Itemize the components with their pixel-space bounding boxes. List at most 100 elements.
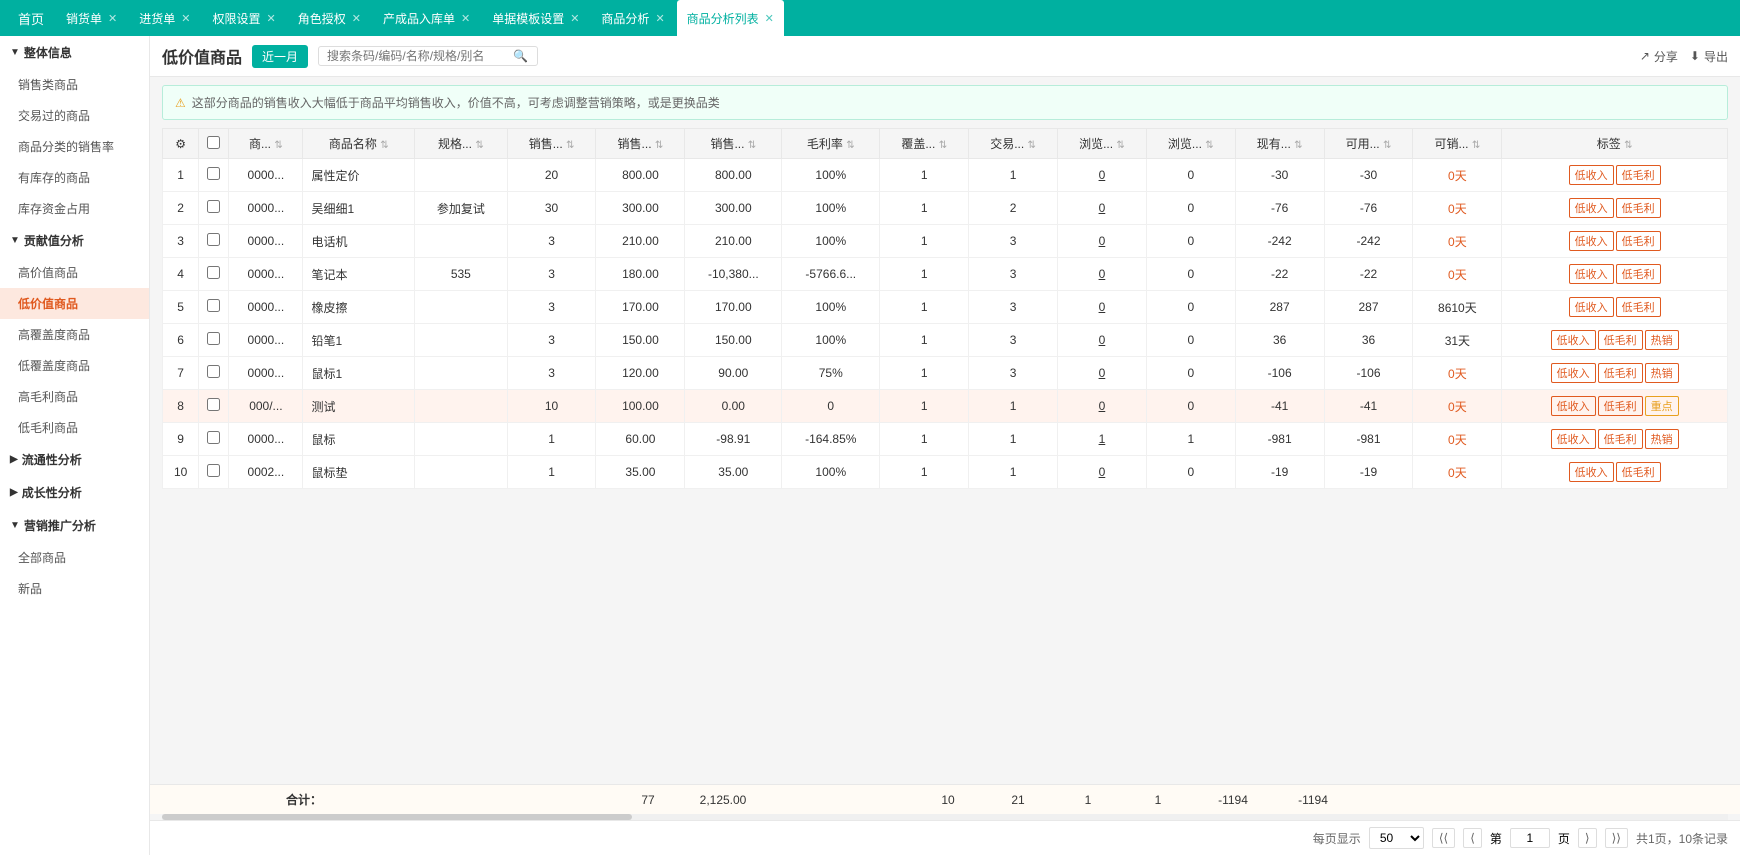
col-gross-margin[interactable]: 毛利率 ⇅ [782,129,880,159]
sidebar-item-new-products[interactable]: 新品 [0,573,149,604]
search-input[interactable] [327,49,507,63]
nav-sales-close[interactable]: ✕ [108,12,117,25]
row-view1[interactable]: 0 [1058,258,1147,291]
page-number-input[interactable] [1510,828,1550,848]
first-page-button[interactable]: ⟨⟨ [1432,828,1455,848]
sidebar-group-marketing[interactable]: ▼ 营销推广分析 [0,509,149,542]
col-view1[interactable]: 浏览... ⇅ [1058,129,1147,159]
col-name[interactable]: 商品名称 ⇅ [303,129,415,159]
view1-value[interactable]: 0 [1099,267,1106,281]
row-checkbox[interactable] [207,167,220,180]
row-sale-price: 180.00 [596,258,685,291]
nav-template-close[interactable]: ✕ [570,12,579,25]
nav-product-analysis-list-close[interactable]: ✕ [765,12,774,25]
footer-view1: 1 [1053,793,1123,807]
col-sale-amount[interactable]: 销售... ⇅ [685,129,782,159]
row-checkbox[interactable] [207,431,220,444]
row-view1[interactable]: 1 [1058,423,1147,456]
sidebar-item-stock-capital[interactable]: 库存资金占用 [0,193,149,224]
col-available[interactable]: 可用... ⇅ [1324,129,1413,159]
row-checkbox[interactable] [207,299,220,312]
row-checkbox[interactable] [207,233,220,246]
app-container: 首页 销货单 ✕ 进货单 ✕ 权限设置 ✕ 角色授权 ✕ 产成品入库单 ✕ 单据… [0,0,1740,855]
sidebar-item-low-gross[interactable]: 低毛利商品 [0,412,149,443]
nav-product-analysis[interactable]: 商品分析 ✕ [591,0,674,36]
nav-roles[interactable]: 角色授权 ✕ [288,0,371,36]
time-filter-button[interactable]: 近一月 [252,45,308,68]
col-transaction[interactable]: 交易... ⇅ [969,129,1058,159]
nav-template[interactable]: 单据模板设置 ✕ [482,0,589,36]
sidebar-item-sales-products[interactable]: 销售类商品 [0,69,149,100]
sidebar-item-traded-products[interactable]: 交易过的商品 [0,100,149,131]
nav-purchase[interactable]: 进货单 ✕ [129,0,200,36]
sidebar-item-low-coverage[interactable]: 低覆盖度商品 [0,350,149,381]
row-view1[interactable]: 0 [1058,192,1147,225]
sidebar-group-overall[interactable]: ▼ 整体信息 [0,36,149,69]
col-code[interactable]: 商... ⇅ [229,129,303,159]
row-checkbox[interactable] [207,266,220,279]
nav-warehouse[interactable]: 产成品入库单 ✕ [373,0,480,36]
row-view1[interactable]: 0 [1058,456,1147,489]
select-all-checkbox[interactable] [207,136,220,149]
sidebar-group-circulation[interactable]: ▶ 流通性分析 [0,443,149,476]
row-checkbox[interactable] [207,365,220,378]
share-button[interactable]: ↗ 分享 [1640,48,1678,65]
prev-page-button[interactable]: ⟨ [1463,828,1482,848]
nav-permissions-close[interactable]: ✕ [267,12,276,25]
last-page-button[interactable]: ⟩⟩ [1605,828,1628,848]
nav-product-analysis-close[interactable]: ✕ [655,12,664,25]
nav-warehouse-close[interactable]: ✕ [461,12,470,25]
view1-value[interactable]: 0 [1099,234,1106,248]
row-checkbox[interactable] [207,464,220,477]
sidebar-item-high-value[interactable]: 高价值商品 [0,257,149,288]
view1-value[interactable]: 0 [1099,168,1106,182]
sidebar-group-contribution[interactable]: ▼ 贡献值分析 [0,224,149,257]
nav-purchase-close[interactable]: ✕ [181,12,190,25]
col-sale-price[interactable]: 销售... ⇅ [596,129,685,159]
view1-value[interactable]: 0 [1099,399,1106,413]
col-tags[interactable]: 标签 ⇅ [1502,129,1728,159]
sidebar-group-growth[interactable]: ▶ 成长性分析 [0,476,149,509]
col-current-stock[interactable]: 现有... ⇅ [1235,129,1324,159]
row-checkbox[interactable] [207,398,220,411]
row-view1[interactable]: 0 [1058,324,1147,357]
row-checkbox-cell [199,456,229,489]
sidebar-item-all-products[interactable]: 全部商品 [0,542,149,573]
nav-home[interactable]: 首页 [8,0,54,36]
col-settings[interactable]: ⚙ [163,129,199,159]
export-button[interactable]: ⬇ 导出 [1690,48,1728,65]
col-view2[interactable]: 浏览... ⇅ [1146,129,1235,159]
next-page-button[interactable]: ⟩ [1578,828,1597,848]
row-view1[interactable]: 0 [1058,159,1147,192]
sidebar-item-category-sales-rate[interactable]: 商品分类的销售率 [0,131,149,162]
row-view1[interactable]: 0 [1058,390,1147,423]
view1-value[interactable]: 0 [1099,300,1106,314]
col-spec[interactable]: 规格... ⇅ [415,129,508,159]
view1-value[interactable]: 0 [1099,366,1106,380]
col-sale-qty[interactable]: 销售... ⇅ [507,129,596,159]
col-coverage[interactable]: 覆盖... ⇅ [880,129,969,159]
view1-value[interactable]: 0 [1099,201,1106,215]
view1-value[interactable]: 0 [1099,465,1106,479]
row-view1[interactable]: 0 [1058,225,1147,258]
view1-value[interactable]: 1 [1099,432,1106,446]
sidebar-item-low-value[interactable]: 低价值商品 [0,288,149,319]
sidebar: ▼ 整体信息 销售类商品 交易过的商品 商品分类的销售率 有库存的商品 库存资金… [0,36,150,855]
col-sellable[interactable]: 可销... ⇅ [1413,129,1502,159]
sidebar-item-stocked-products[interactable]: 有库存的商品 [0,162,149,193]
sidebar-item-high-coverage[interactable]: 高覆盖度商品 [0,319,149,350]
row-view1[interactable]: 0 [1058,291,1147,324]
nav-roles-close[interactable]: ✕ [352,12,361,25]
nav-permissions[interactable]: 权限设置 ✕ [202,0,285,36]
row-view1[interactable]: 0 [1058,357,1147,390]
row-sale-price: 170.00 [596,291,685,324]
sidebar-item-high-gross[interactable]: 高毛利商品 [0,381,149,412]
nav-product-analysis-list[interactable]: 商品分析列表 ✕ [677,0,784,36]
row-checkbox[interactable] [207,200,220,213]
row-current-stock: 36 [1235,324,1324,357]
view1-value[interactable]: 0 [1099,333,1106,347]
page-size-select[interactable]: 50 100 200 [1369,827,1424,849]
row-checkbox[interactable] [207,332,220,345]
nav-sales[interactable]: 销货单 ✕ [56,0,127,36]
row-spec [415,390,508,423]
